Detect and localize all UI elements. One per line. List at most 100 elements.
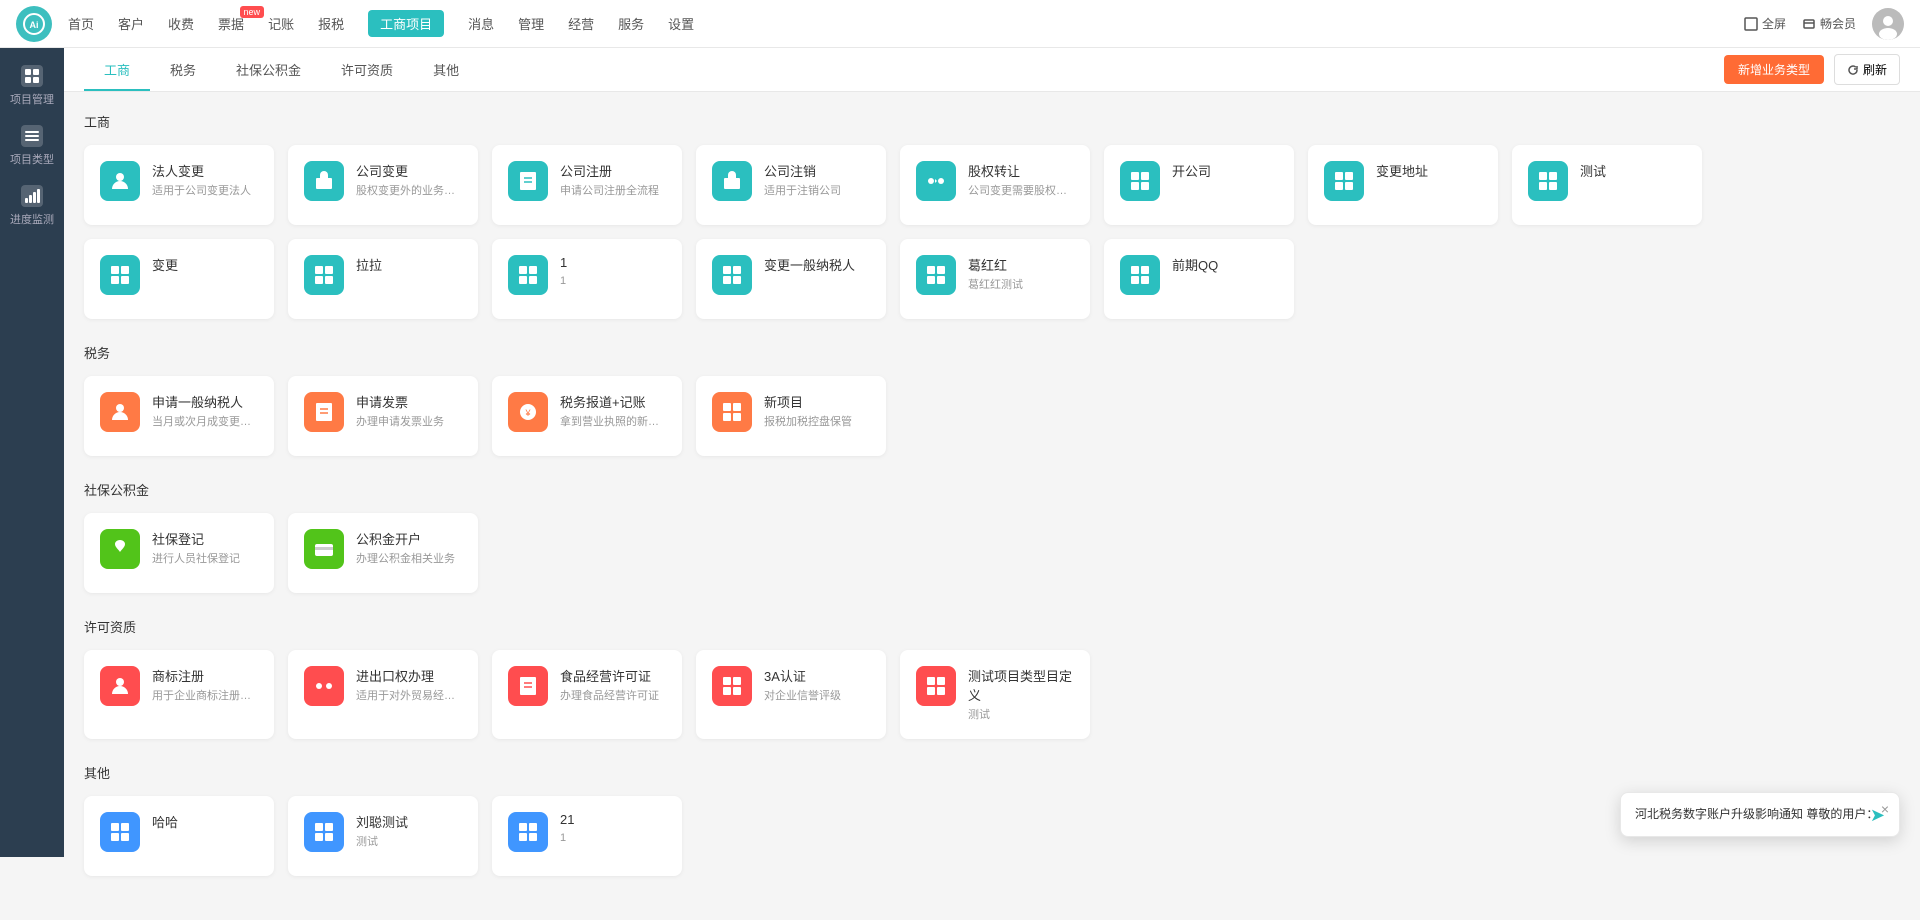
card-shenqing-yiban[interactable]: 申请一般纳税人 当月或次月成变更完成 (84, 376, 274, 456)
card-name: 公积金开户 (356, 529, 462, 548)
nav-service[interactable]: 服务 (618, 14, 644, 33)
card-gongsi-zhuce[interactable]: 公司注册 申请公司注册全流程 (492, 145, 682, 225)
app-logo[interactable]: Ai (16, 6, 52, 42)
card-icon (508, 812, 548, 852)
card-icon (100, 255, 140, 295)
card-biangeng-dizhi[interactable]: 变更地址 (1308, 145, 1498, 225)
nav-ticket[interactable]: 票据 new (218, 14, 244, 33)
nav-tax[interactable]: 报税 (318, 14, 344, 33)
card-haha[interactable]: 哈哈 (84, 796, 274, 876)
card-desc: 测试 (968, 708, 1074, 723)
card-name: 开公司 (1172, 161, 1278, 180)
card-icon (508, 161, 548, 201)
card-one[interactable]: 1 1 (492, 239, 682, 319)
section-shebao-title: 社保公积金 (84, 480, 1900, 499)
tab-qita[interactable]: 其他 (413, 48, 479, 91)
card-xin-xiangmu[interactable]: 新项目 报税加税控盘保管 (696, 376, 886, 456)
nav-operation[interactable]: 经营 (568, 14, 594, 33)
notification-text: 河北税务数字账户升级影响通知 尊敬的用户： (1635, 805, 1885, 824)
nav-bookkeeping[interactable]: 记账 (268, 14, 294, 33)
card-icon (712, 255, 752, 295)
card-name: 变更一般纳税人 (764, 255, 870, 274)
progress-icon (21, 185, 43, 207)
card-ceshi[interactable]: 测试 (1512, 145, 1702, 225)
nav-message[interactable]: 消息 (468, 14, 494, 33)
nav-home[interactable]: 首页 (68, 14, 94, 33)
vip-btn[interactable]: 畅会员 (1802, 15, 1856, 32)
refresh-button[interactable]: 刷新 (1834, 54, 1900, 85)
card-desc: 适用于注销公司 (764, 184, 870, 199)
card-shenqing-fapiao[interactable]: 申请发票 办理申请发票业务 (288, 376, 478, 456)
tabs-bar: 工商 税务 社保公积金 许可资质 其他 新增业务类型 刷新 (64, 48, 1920, 92)
notification-popup: × 河北税务数字账户升级影响通知 尊敬的用户： ➤ (1620, 792, 1900, 837)
card-lala[interactable]: 拉拉 (288, 239, 478, 319)
sidebar: 项目管理 项目类型 进度监测 (0, 48, 64, 857)
card-icon (1528, 161, 1568, 201)
section-gongshang: 工商 法人变更 适用于公司变更法人 公司变更 (84, 112, 1900, 319)
card-21[interactable]: 21 1 (492, 796, 682, 876)
card-gongsi-biangeng[interactable]: 公司变更 股权变更外的业务变更 (288, 145, 478, 225)
card-shebao-dengji[interactable]: 社保登记 进行人员社保登记 (84, 513, 274, 593)
nav-business[interactable]: 工商项目 (368, 10, 444, 37)
card-kai-gongsi[interactable]: 开公司 (1104, 145, 1294, 225)
card-icon (100, 392, 140, 432)
nav-manage[interactable]: 管理 (518, 14, 544, 33)
card-3a-renzheng[interactable]: 3A认证 对企业信誉评级 (696, 650, 886, 739)
card-icon (304, 529, 344, 569)
shebao-cards: 社保登记 进行人员社保登记 公积金开户 办理公积金相关业务 (84, 513, 1900, 593)
sidebar-item-progress[interactable]: 进度监测 (0, 176, 64, 236)
card-icon (712, 161, 752, 201)
add-type-button[interactable]: 新增业务类型 (1724, 55, 1824, 84)
card-shuiwu-baodao[interactable]: ¥ 税务报道+记账 拿到营业执照的新公司 (492, 376, 682, 456)
fullscreen-btn[interactable]: 全屏 (1744, 15, 1786, 32)
card-shipin-xuke[interactable]: 食品经营许可证 办理食品经营许可证 (492, 650, 682, 739)
card-icon (304, 666, 344, 706)
card-jinchugou-banli[interactable]: 进出口权办理 适用于对外贸易经营者 (288, 650, 478, 739)
nav-customer[interactable]: 客户 (118, 14, 144, 33)
card-desc: 1 (560, 274, 666, 289)
card-icon (304, 812, 344, 852)
card-name: 21 (560, 812, 666, 827)
card-name: 测试项目类型目定义 (968, 666, 1074, 704)
card-icon (916, 666, 956, 706)
xuke-cards: 商标注册 用于企业商标注册服务 进出口权办理 适用于对外贸易经营者 (84, 650, 1900, 739)
sidebar-item-label: 项目管理 (10, 91, 54, 107)
section-xuke: 许可资质 商标注册 用于企业商标注册服务 进出口权 (84, 617, 1900, 739)
card-guquan-zhuanrang[interactable]: 股权转让 公司变更需要股权转让 (900, 145, 1090, 225)
card-name: 3A认证 (764, 666, 870, 685)
nav-fee[interactable]: 收费 (168, 14, 194, 33)
card-icon (100, 529, 140, 569)
card-biangeng2[interactable]: 变更 (84, 239, 274, 319)
card-name: 刘聪测试 (356, 812, 462, 831)
card-desc: 股权变更外的业务变更 (356, 184, 462, 199)
card-gongjijin-kaihu[interactable]: 公积金开户 办理公积金相关业务 (288, 513, 478, 593)
tab-shebao[interactable]: 社保公积金 (216, 48, 321, 91)
sidebar-item-project-type[interactable]: 项目类型 (0, 116, 64, 176)
sidebar-item-project-manage[interactable]: 项目管理 (0, 56, 64, 116)
card-desc: 用于企业商标注册服务 (152, 689, 258, 704)
tab-xuke[interactable]: 许可资质 (321, 48, 413, 91)
card-icon (508, 255, 548, 295)
card-liucong-ceshi[interactable]: 刘聪测试 测试 (288, 796, 478, 876)
card-gongsi-zhuxiao[interactable]: 公司注销 适用于注销公司 (696, 145, 886, 225)
card-name: 法人变更 (152, 161, 258, 180)
card-qianqi-qq[interactable]: 前期QQ (1104, 239, 1294, 319)
card-faren-bianggeng[interactable]: 法人变更 适用于公司变更法人 (84, 145, 274, 225)
card-desc: 测试 (356, 835, 462, 850)
card-icon (304, 255, 344, 295)
card-biangeng-yiban[interactable]: 变更一般纳税人 (696, 239, 886, 319)
card-name: 变更地址 (1376, 161, 1482, 180)
tab-gongshang[interactable]: 工商 (84, 48, 150, 91)
card-desc: 适用于公司变更法人 (152, 184, 258, 199)
nav-settings[interactable]: 设置 (668, 14, 694, 33)
card-icon (712, 392, 752, 432)
card-shangbiao-zhuce[interactable]: 商标注册 用于企业商标注册服务 (84, 650, 274, 739)
card-gehonghong[interactable]: 葛红红 葛红红测试 (900, 239, 1090, 319)
avatar[interactable] (1872, 8, 1904, 40)
card-ceshi-xiangmu-leixing[interactable]: 测试项目类型目定义 测试 (900, 650, 1090, 739)
card-desc: 适用于对外贸易经营者 (356, 689, 462, 704)
card-desc: 1 (560, 831, 666, 846)
tab-shuiwu[interactable]: 税务 (150, 48, 216, 91)
section-qita-title: 其他 (84, 763, 1900, 782)
card-desc: 进行人员社保登记 (152, 552, 258, 567)
